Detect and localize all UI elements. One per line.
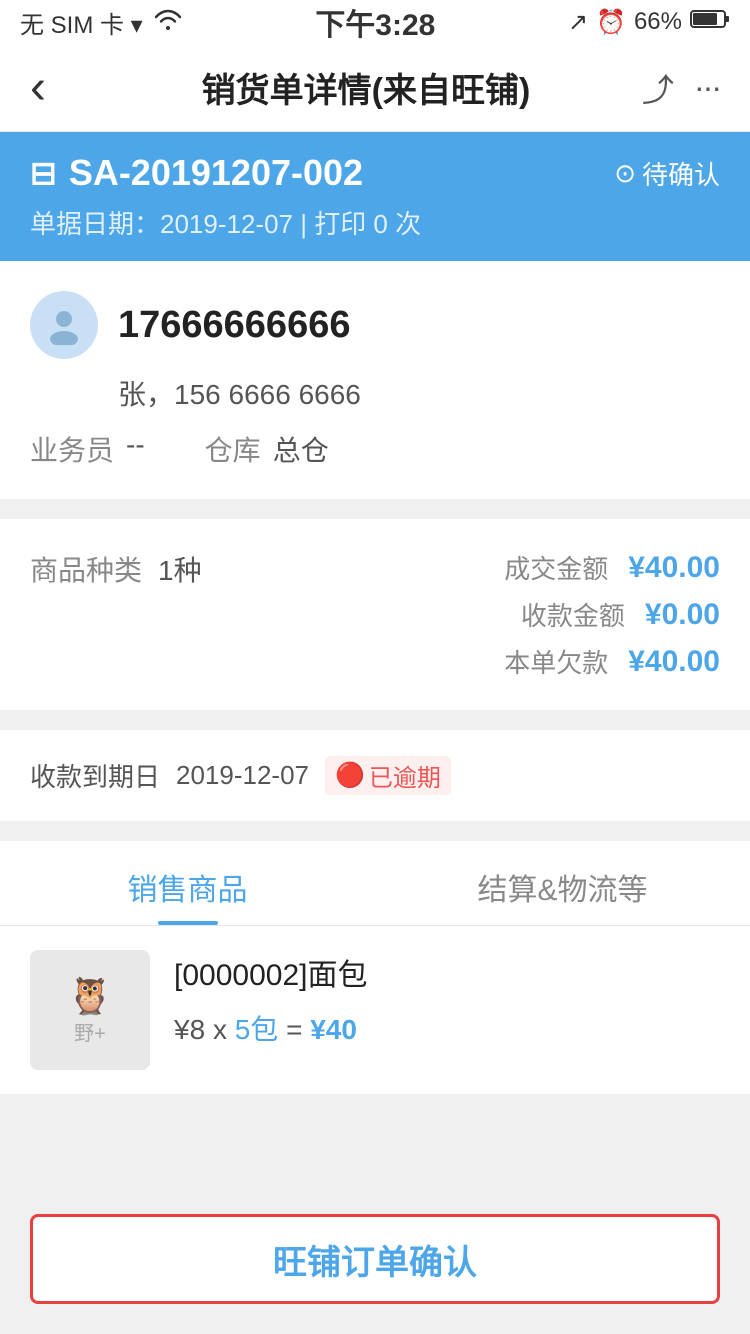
transaction-label: 成交金额 bbox=[504, 549, 608, 586]
thumb-sub: 野+ bbox=[74, 1017, 106, 1046]
customer-phone: 17666666666 bbox=[118, 304, 350, 347]
share-icon[interactable]: ⤴ bbox=[642, 65, 674, 111]
debt-row: 本单欠款 ¥40.00 bbox=[504, 643, 720, 680]
price-multiply: x bbox=[213, 1014, 235, 1045]
amounts: 成交金额 ¥40.00 收款金额 ¥0.00 本单欠款 ¥40.00 bbox=[504, 549, 720, 680]
order-icon: ⊟ bbox=[30, 154, 57, 192]
avatar bbox=[30, 291, 98, 359]
staff-label: 业务员 bbox=[30, 429, 114, 469]
product-price: ¥8 x 5包 = ¥40 bbox=[174, 1008, 720, 1048]
due-section: 收款到期日 2019-12-07 🔴 已逾期 bbox=[0, 730, 750, 821]
receipt-value: ¥0.00 bbox=[645, 598, 720, 632]
customer-meta: 业务员 -- 仓库 总仓 bbox=[30, 429, 720, 469]
overdue-icon: 🔴 bbox=[335, 761, 365, 790]
price-base: ¥8 bbox=[174, 1014, 205, 1045]
status-left: 无 SIM 卡 ▾ bbox=[20, 5, 183, 40]
warehouse-label: 仓库 bbox=[205, 429, 261, 469]
sim-label: 无 SIM 卡 ▾ bbox=[20, 5, 143, 40]
order-id: ⊟ SA-20191207-002 bbox=[30, 152, 363, 194]
tab-settlement[interactable]: 结算&物流等 bbox=[375, 841, 750, 925]
due-label: 收款到期日 bbox=[30, 757, 160, 794]
status-clock-icon: ⊙ bbox=[614, 158, 636, 189]
more-icon[interactable]: ··· bbox=[694, 69, 720, 106]
transaction-value: ¥40.00 bbox=[628, 551, 720, 585]
category-label: 商品种类 bbox=[30, 549, 142, 589]
overdue-text: 已逾期 bbox=[369, 758, 441, 793]
status-time: 下午3:28 bbox=[315, 0, 435, 44]
order-status: ⊙ 待确认 bbox=[614, 155, 720, 192]
order-header: ⊟ SA-20191207-002 ⊙ 待确认 单据日期：2019-12-07 … bbox=[0, 132, 750, 261]
warehouse-value: 总仓 bbox=[273, 429, 329, 469]
price-total: ¥40 bbox=[310, 1014, 357, 1045]
confirm-section: 旺铺订单确认 bbox=[0, 1198, 750, 1334]
status-right: ↗ ⏰ 66% bbox=[568, 8, 730, 37]
page-title: 销货单详情(来自旺铺) bbox=[202, 63, 531, 112]
tab-settlement-label: 结算&物流等 bbox=[477, 874, 647, 907]
overdue-badge: 🔴 已逾期 bbox=[325, 756, 451, 795]
staff-item: 业务员 -- bbox=[30, 429, 145, 469]
nav-bar: ‹ 销货单详情(来自旺铺) ⤴ ··· bbox=[0, 44, 750, 132]
customer-section: 17666666666 张，156 6666 6666 业务员 -- 仓库 总仓 bbox=[0, 261, 750, 499]
category-info: 商品种类 1种 bbox=[30, 549, 202, 589]
customer-top: 17666666666 bbox=[30, 291, 720, 359]
tab-sales[interactable]: 销售商品 bbox=[0, 841, 375, 925]
status-bar: 无 SIM 卡 ▾ 下午3:28 ↗ ⏰ 66% bbox=[0, 0, 750, 44]
receipt-label: 收款金额 bbox=[521, 596, 625, 633]
product-item: 🦉 野+ [0000002]面包 ¥8 x 5包 = ¥40 bbox=[0, 926, 750, 1094]
price-qty: 5包 bbox=[235, 1014, 279, 1045]
confirm-button[interactable]: 旺铺订单确认 bbox=[30, 1214, 720, 1304]
staff-value: -- bbox=[126, 429, 145, 469]
tab-sales-label: 销售商品 bbox=[128, 874, 248, 907]
wifi-icon bbox=[153, 8, 183, 37]
order-header-top: ⊟ SA-20191207-002 ⊙ 待确认 bbox=[30, 152, 720, 194]
category-value: 1种 bbox=[158, 549, 202, 589]
tabs-row: 销售商品 结算&物流等 bbox=[0, 841, 750, 926]
product-thumbnail: 🦉 野+ bbox=[30, 950, 150, 1070]
product-info: [0000002]面包 ¥8 x 5包 = ¥40 bbox=[174, 950, 720, 1048]
due-date: 2019-12-07 bbox=[176, 760, 309, 791]
product-name: [0000002]面包 bbox=[174, 950, 720, 994]
debt-value: ¥40.00 bbox=[628, 645, 720, 679]
price-equals: = bbox=[286, 1014, 310, 1045]
alarm-icon: ⏰ bbox=[596, 8, 626, 37]
transaction-row: 成交金额 ¥40.00 bbox=[504, 549, 720, 586]
battery-percent: 66% bbox=[634, 8, 682, 36]
debt-label: 本单欠款 bbox=[504, 643, 608, 680]
tabs-section: 销售商品 结算&物流等 🦉 野+ [0000002]面包 ¥8 x 5包 = ¥… bbox=[0, 841, 750, 1094]
location-icon: ↗ bbox=[568, 8, 588, 37]
receipt-row: 收款金额 ¥0.00 bbox=[521, 596, 720, 633]
summary-section: 商品种类 1种 成交金额 ¥40.00 收款金额 ¥0.00 本单欠款 ¥40.… bbox=[0, 519, 750, 710]
order-id-text: SA-20191207-002 bbox=[69, 152, 363, 194]
back-button[interactable]: ‹ bbox=[30, 60, 90, 115]
thumb-logo: 🦉 bbox=[68, 975, 113, 1017]
nav-actions: ⤴ ··· bbox=[642, 65, 720, 111]
customer-name: 张，156 6666 6666 bbox=[30, 373, 720, 413]
order-date: 单据日期：2019-12-07 | 打印 0 次 bbox=[30, 204, 720, 241]
battery-icon bbox=[690, 8, 730, 37]
status-text: 待确认 bbox=[642, 155, 720, 192]
warehouse-item: 仓库 总仓 bbox=[205, 429, 329, 469]
